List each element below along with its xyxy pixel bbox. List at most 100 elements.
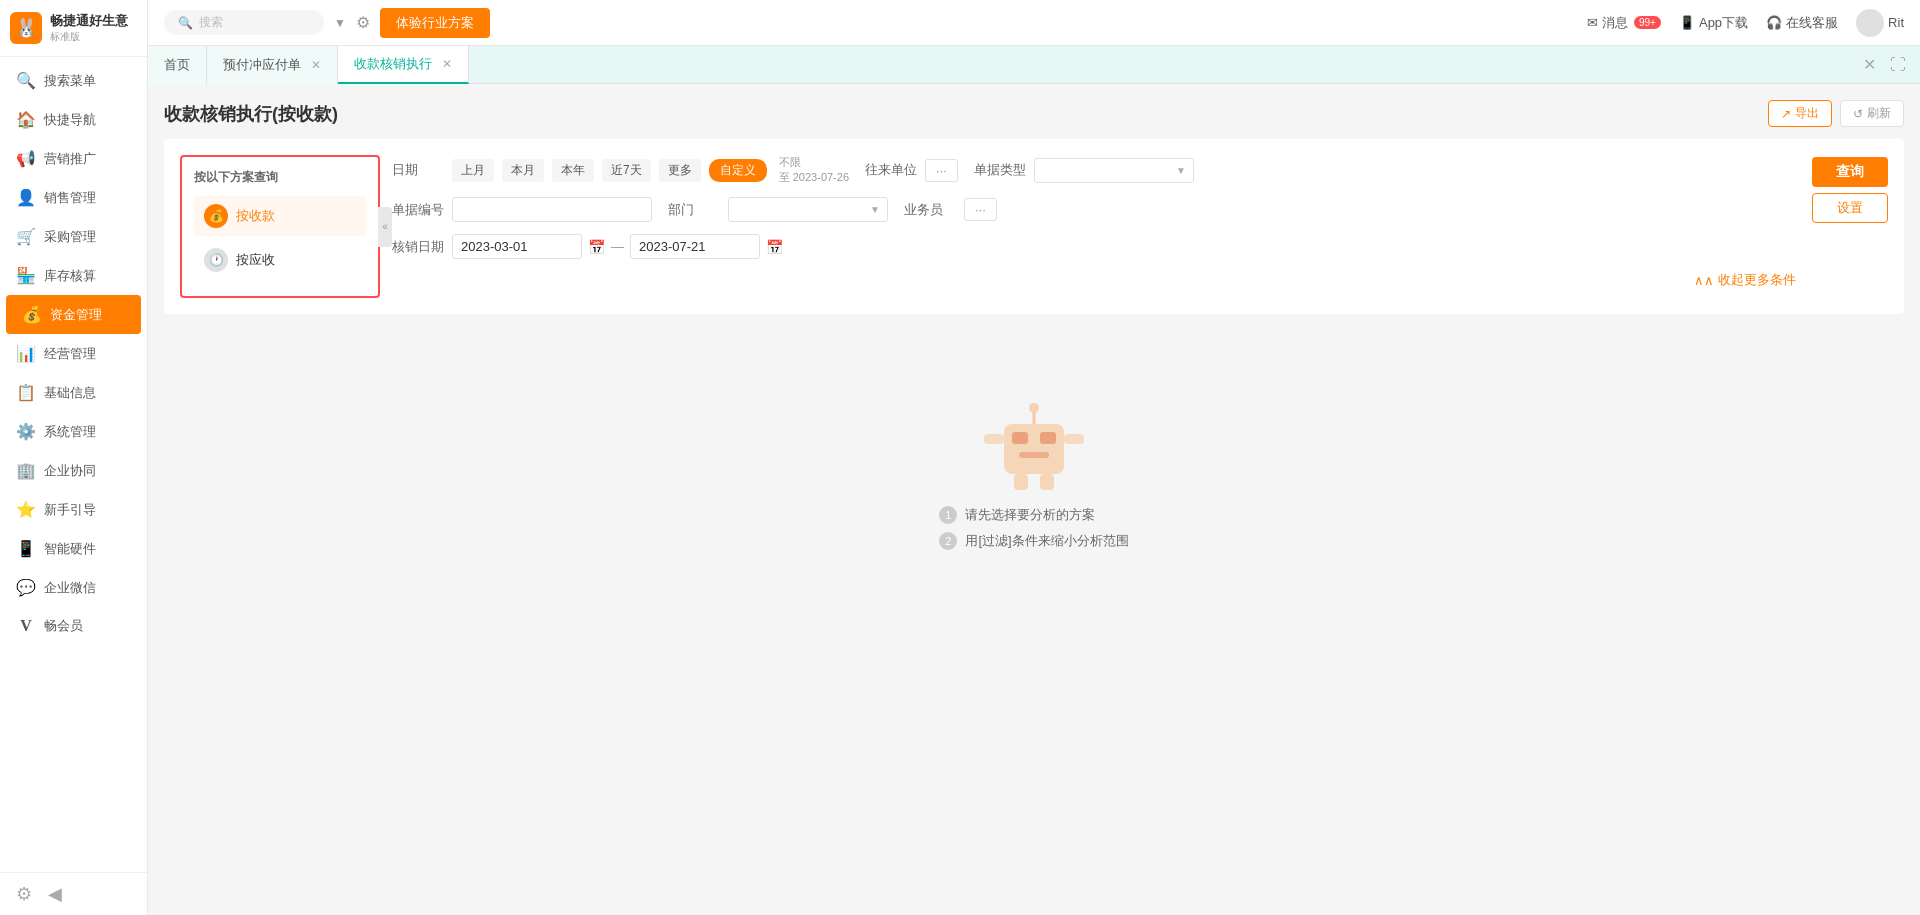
- app-download-item[interactable]: 📱 App下载: [1679, 14, 1748, 32]
- industry-solution-button[interactable]: 体验行业方案: [380, 8, 490, 38]
- dept-select-wrapper: ▼: [728, 197, 888, 222]
- dept-select[interactable]: [728, 197, 888, 222]
- filter-option-receivable[interactable]: 🕐 按应收: [194, 240, 366, 280]
- filter-option-receipt[interactable]: 💰 按收款: [194, 196, 366, 236]
- app-download-label: App下载: [1699, 14, 1748, 32]
- sidebar-item-guide[interactable]: ⭐ 新手引导: [0, 490, 147, 529]
- write-off-start-calendar-icon[interactable]: 📅: [588, 239, 605, 255]
- write-off-end-input[interactable]: [630, 234, 760, 259]
- empty-tip-2: 2 用[过滤]条件来缩小分析范围: [939, 532, 1128, 550]
- collapse-filter-button[interactable]: «: [378, 207, 392, 247]
- enterprise-nav-icon: 🏢: [16, 461, 36, 480]
- receipt-option-icon: 💰: [204, 204, 228, 228]
- message-item[interactable]: ✉ 消息 99+: [1587, 14, 1661, 32]
- message-icon: ✉: [1587, 15, 1598, 30]
- sidebar-item-finance[interactable]: 💰 资金管理: [6, 295, 141, 334]
- sidebar-item-hardware[interactable]: 📱 智能硬件: [0, 529, 147, 568]
- topbar-gear-icon[interactable]: ⚙: [356, 13, 370, 32]
- page-content: 收款核销执行(按收款) ↗ 导出 ↺ 刷新 按以下方案查询 💰 按收款: [148, 84, 1920, 915]
- collapse-more-button[interactable]: ∧∧ 收起更多条件: [392, 267, 1796, 293]
- tab-close-icon[interactable]: ✕: [311, 58, 321, 72]
- topbar-search-box[interactable]: 🔍 搜索: [164, 10, 324, 35]
- doc-no-input[interactable]: [452, 197, 652, 222]
- tabs-bar: 首页 预付冲应付单 ✕ 收款核销执行 ✕ ✕ ⛶: [148, 46, 1920, 84]
- sidebar-item-label: 畅会员: [44, 617, 83, 635]
- tab-maximize-icon[interactable]: ⛶: [1886, 52, 1910, 78]
- sidebar-item-business[interactable]: 📊 经营管理: [0, 334, 147, 373]
- sidebar-item-member[interactable]: V 畅会员: [0, 607, 147, 645]
- tab-close-window-icon[interactable]: ✕: [1859, 51, 1880, 78]
- settings-icon[interactable]: ⚙: [16, 883, 32, 905]
- date-custom-btn[interactable]: 自定义: [709, 159, 767, 182]
- user-profile[interactable]: Rit: [1856, 9, 1904, 37]
- collapse-up-icon: ∧∧: [1694, 273, 1714, 288]
- online-service-item[interactable]: 🎧 在线客服: [1766, 14, 1838, 32]
- sidebar-item-enterprise[interactable]: 🏢 企业协同: [0, 451, 147, 490]
- app-logo-text: 畅捷通好生意 标准版: [50, 13, 128, 43]
- tip-number-2: 2: [939, 532, 957, 550]
- sidebar-item-search[interactable]: 🔍 搜索菜单: [0, 61, 147, 100]
- purchase-nav-icon: 🛒: [16, 227, 36, 246]
- search-nav-icon: 🔍: [16, 71, 36, 90]
- salesperson-btn[interactable]: ···: [964, 198, 997, 221]
- tabs-right-icons: ✕ ⛶: [1859, 51, 1920, 78]
- sidebar-item-label: 新手引导: [44, 501, 96, 519]
- tab-write-off[interactable]: 收款核销执行 ✕: [338, 46, 469, 84]
- date-this-year-btn[interactable]: 本年: [552, 159, 594, 182]
- sidebar-item-inventory[interactable]: 🏪 库存核算: [0, 256, 147, 295]
- write-off-date-field: 核销日期 📅 — 📅: [392, 234, 783, 259]
- sidebar-item-purchase[interactable]: 🛒 采购管理: [0, 217, 147, 256]
- sidebar-item-label: 采购管理: [44, 228, 96, 246]
- app-name: 畅捷通好生意: [50, 13, 128, 30]
- export-label: 导出: [1795, 105, 1819, 122]
- topbar-dropdown-arrow[interactable]: ▼: [334, 16, 346, 30]
- salesperson-field: 业务员 ···: [904, 198, 997, 221]
- tab-label: 首页: [164, 56, 190, 74]
- sidebar-item-wechat[interactable]: 💬 企业微信: [0, 568, 147, 607]
- write-off-end-calendar-icon[interactable]: 📅: [766, 239, 783, 255]
- search-placeholder: 搜索: [199, 14, 223, 31]
- date-this-month-btn[interactable]: 本月: [502, 159, 544, 182]
- sidebar-item-label: 经营管理: [44, 345, 96, 363]
- empty-tip-1: 1 请先选择要分析的方案: [939, 506, 1128, 524]
- date-last-month-btn[interactable]: 上月: [452, 159, 494, 182]
- tab-prepay[interactable]: 预付冲应付单 ✕: [207, 46, 338, 84]
- svg-rect-1: [1012, 432, 1028, 444]
- tab-close-active-icon[interactable]: ✕: [442, 57, 452, 71]
- date-7days-btn[interactable]: 近7天: [602, 159, 651, 182]
- svg-rect-7: [1064, 434, 1084, 444]
- date-filter-field: 日期 上月 本月 本年 近7天 更多 自定义 不限 至 2023-07-26: [392, 155, 849, 185]
- trading-party-label: 往来单位: [865, 161, 917, 179]
- refresh-button[interactable]: ↺ 刷新: [1840, 100, 1904, 127]
- sidebar-item-label: 搜索菜单: [44, 72, 96, 90]
- sales-nav-icon: 👤: [16, 188, 36, 207]
- receivable-option-label: 按应收: [236, 251, 275, 269]
- svg-rect-3: [1019, 452, 1049, 458]
- setting-button[interactable]: 设置: [1812, 193, 1888, 223]
- trading-party-btn[interactable]: ···: [925, 159, 958, 182]
- tab-home[interactable]: 首页: [148, 46, 207, 84]
- sidebar-item-quick-nav[interactable]: 🏠 快捷导航: [0, 100, 147, 139]
- sidebar-item-label: 销售管理: [44, 189, 96, 207]
- export-button[interactable]: ↗ 导出: [1768, 100, 1832, 127]
- app-download-icon: 📱: [1679, 15, 1695, 30]
- write-off-start-input[interactable]: [452, 234, 582, 259]
- tip-number-1: 1: [939, 506, 957, 524]
- sidebar-item-basic[interactable]: 📋 基础信息: [0, 373, 147, 412]
- date-more-btn[interactable]: 更多: [659, 159, 701, 182]
- doc-type-label: 单据类型: [974, 161, 1026, 179]
- sidebar-item-label: 库存核算: [44, 267, 96, 285]
- doc-type-select[interactable]: [1034, 158, 1194, 183]
- message-badge: 99+: [1634, 16, 1661, 29]
- query-button[interactable]: 查询: [1812, 157, 1888, 187]
- sidebar-item-system[interactable]: ⚙️ 系统管理: [0, 412, 147, 451]
- sidebar-item-label: 企业微信: [44, 579, 96, 597]
- sidebar-bottom: ⚙ ◀: [0, 872, 147, 915]
- sidebar-item-sales[interactable]: 👤 销售管理: [0, 178, 147, 217]
- trading-party-field: 往来单位 ···: [865, 159, 958, 182]
- sidebar-item-label: 营销推广: [44, 150, 96, 168]
- empty-state: 1 请先选择要分析的方案 2 用[过滤]条件来缩小分析范围: [164, 314, 1904, 630]
- collapse-sidebar-icon[interactable]: ◀: [48, 883, 62, 905]
- business-nav-icon: 📊: [16, 344, 36, 363]
- sidebar-item-marketing[interactable]: 📢 营销推广: [0, 139, 147, 178]
